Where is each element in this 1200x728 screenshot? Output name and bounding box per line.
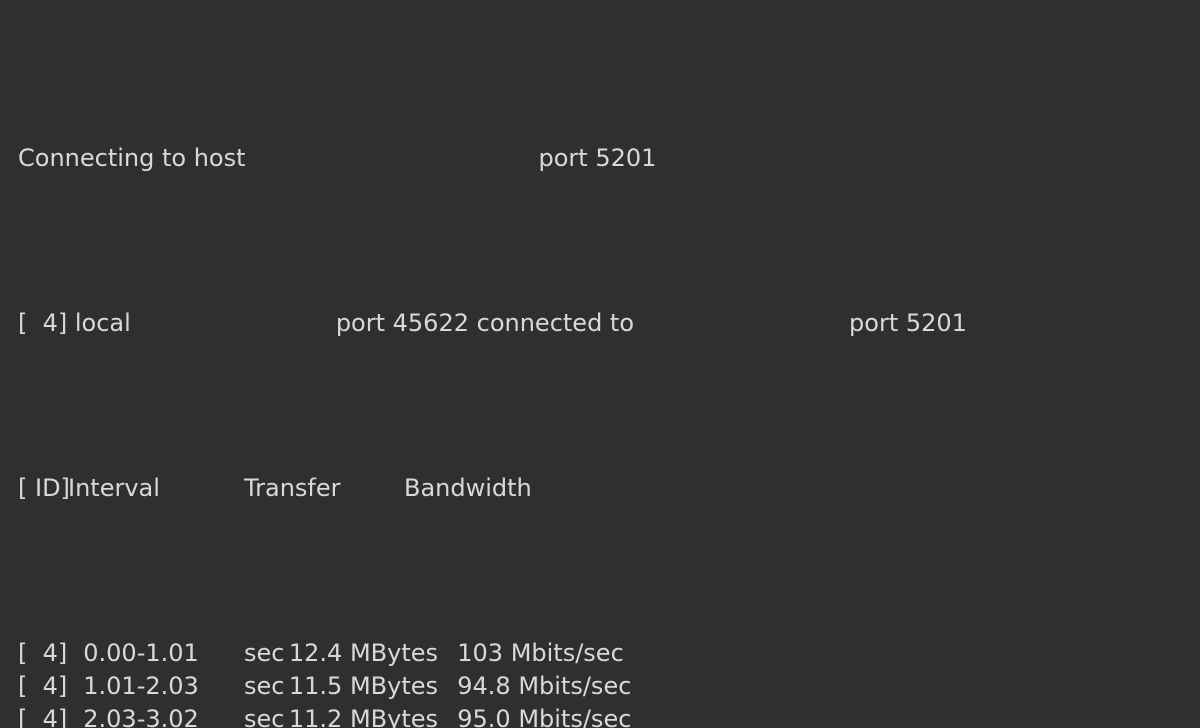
local-line: [ 4] local port 45622 connected to port … xyxy=(18,307,1182,340)
row-transfer: 11.2 MBytes xyxy=(270,703,442,728)
row-sec: sec xyxy=(244,670,270,703)
row-bandwidth: 94.8 Mbits/sec xyxy=(442,670,632,703)
interval-header: [ ID] Interval Transfer Bandwidth xyxy=(18,472,1182,505)
row-interval: 1.01-2.03 xyxy=(68,670,244,703)
hdr-id: [ ID] xyxy=(18,472,68,505)
hdr-transfer: Transfer xyxy=(244,472,404,505)
connecting-line: Connecting to host port 5201 xyxy=(18,142,1182,175)
row-bandwidth: 103 Mbits/sec xyxy=(442,637,632,670)
row-transfer: 12.4 MBytes xyxy=(270,637,442,670)
connecting-prefix: Connecting to host xyxy=(18,142,246,175)
row-transfer: 11.5 MBytes xyxy=(270,670,442,703)
row-sec: sec xyxy=(244,703,270,728)
row-id: [ 4] xyxy=(18,703,68,728)
server-port: port 5201 xyxy=(539,142,657,175)
interval-row: [ 4] 2.03-3.02sec11.2 MBytes 95.0 Mbits/… xyxy=(18,703,1182,728)
interval-row: [ 4] 0.00-1.01sec12.4 MBytes 103 Mbits/s… xyxy=(18,637,1182,670)
local-prefix: [ 4] local xyxy=(18,307,131,340)
row-interval: 0.00-1.01 xyxy=(68,637,244,670)
row-interval: 2.03-3.02 xyxy=(68,703,244,728)
row-id: [ 4] xyxy=(18,670,68,703)
hdr-bandwidth: Bandwidth xyxy=(404,472,564,505)
local-port: port 45622 xyxy=(336,307,469,340)
redacted-remote-ip xyxy=(634,307,849,340)
row-bandwidth: 95.0 Mbits/sec xyxy=(442,703,632,728)
hdr-interval: Interval xyxy=(68,472,244,505)
redacted-local-ip xyxy=(131,307,336,340)
terminal-output: Connecting to host port 5201 [ 4] local … xyxy=(0,0,1200,728)
interval-row: [ 4] 1.01-2.03sec11.5 MBytes 94.8 Mbits/… xyxy=(18,670,1182,703)
row-id: [ 4] xyxy=(18,637,68,670)
connected-to: connected to xyxy=(477,307,634,340)
remote-port: port 5201 xyxy=(849,307,967,340)
row-sec: sec xyxy=(244,637,270,670)
redacted-host xyxy=(246,142,539,175)
